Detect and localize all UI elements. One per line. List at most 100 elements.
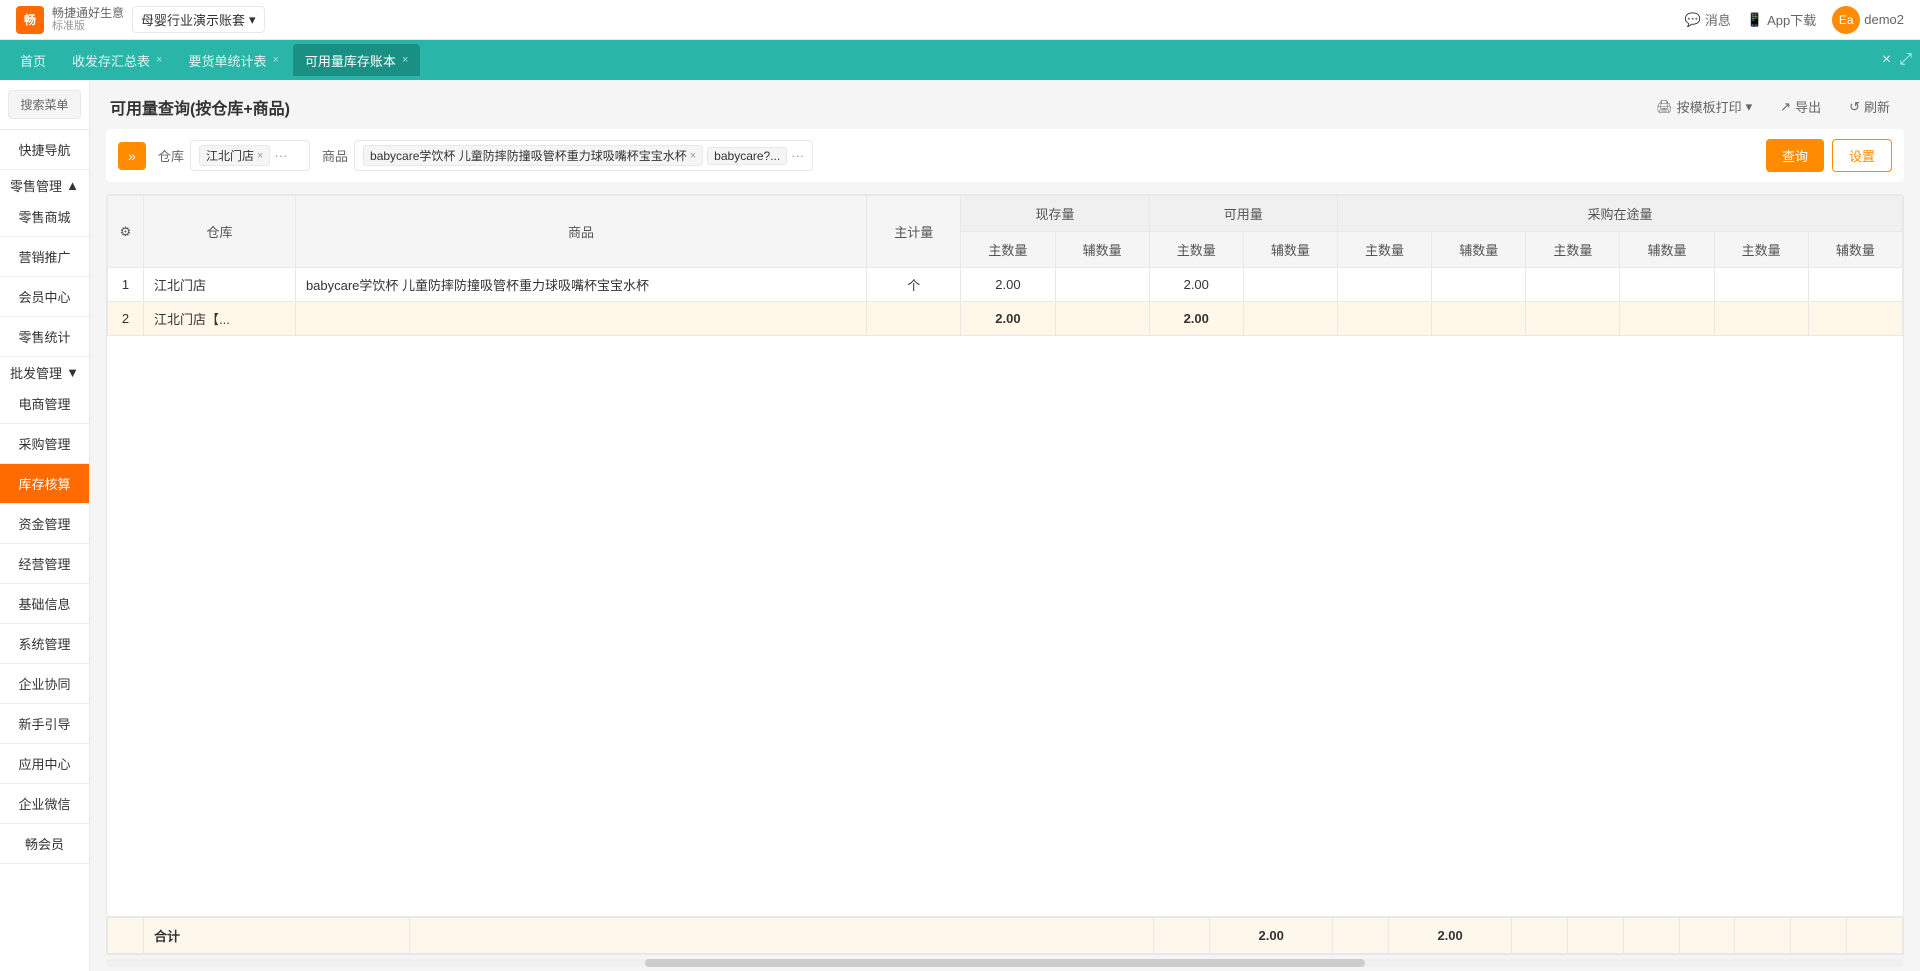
sidebar-item-enterprise-wx[interactable]: 企业微信 [0, 784, 89, 824]
tab-home[interactable]: 首页 [8, 44, 58, 76]
tab-order-stats[interactable]: 要货单统计表 × [176, 44, 290, 76]
account-selector[interactable]: 母婴行业演示账套 ▾ [132, 6, 265, 33]
table-footer: 合计 2.00 2.00 [106, 917, 1904, 955]
sidebar-item-quick-nav[interactable]: 快捷导航 [0, 130, 89, 170]
sidebar-item-basic-info[interactable]: 基础信息 [0, 584, 89, 624]
product-more-btn[interactable]: ··· [791, 148, 804, 163]
sidebar-item-marketing[interactable]: 营销推广 [0, 237, 89, 277]
scroll-thumb[interactable] [645, 959, 1364, 967]
sidebar-item-purchase[interactable]: 采购管理 [0, 424, 89, 464]
tab-close-receive[interactable]: × [156, 54, 162, 66]
footer-label: 合计 [144, 918, 410, 954]
sidebar-item-enterprise-collab[interactable]: 企业协同 [0, 664, 89, 704]
tab-close-order-stats[interactable]: × [272, 54, 278, 66]
app-download-btn[interactable]: 📱 App下载 [1747, 10, 1816, 29]
sidebar-item-member-center[interactable]: 会员中心 [0, 277, 89, 317]
export-btn[interactable]: ↗ 导出 [1770, 92, 1831, 121]
product-tag-1: babycare学饮杯 儿童防摔防撞吸管杯重力球吸嘴杯宝宝水杯 × [363, 145, 703, 166]
footer-in-main [1679, 918, 1735, 954]
warehouse-input[interactable]: 江北门店 × ··· [190, 140, 310, 171]
th-gear[interactable]: ⚙ [108, 196, 144, 268]
sidebar-item-retail-mall[interactable]: 零售商城 [0, 197, 89, 237]
product-input[interactable]: babycare学饮杯 儿童防摔防撞吸管杯重力球吸嘴杯宝宝水杯 × babyca… [354, 140, 813, 171]
sidebar-item-wholesale-mgmt[interactable]: 批发管理 ▼ [0, 357, 89, 384]
sidebar-item-ops[interactable]: 经营管理 [0, 544, 89, 584]
footer-unit-col [1154, 918, 1210, 954]
page-header: 可用量查询(按仓库+商品) 🖨 按模板打印 ▾ ↗ 导出 ↺ 刷新 [90, 80, 1920, 129]
sidebar-item-finance[interactable]: 资金管理 [0, 504, 89, 544]
sidebar-item-retail-mgmt[interactable]: 零售管理 ▲ [0, 170, 89, 197]
product-label: 商品 [322, 146, 348, 165]
tab-close-available[interactable]: × [402, 54, 408, 66]
refresh-btn[interactable]: ↺ 刷新 [1839, 92, 1900, 121]
remove-warehouse-btn[interactable]: × [257, 150, 263, 162]
th-pt-main: 主数量 [1337, 232, 1431, 268]
message-icon: 💬 [1685, 12, 1701, 28]
warehouse-tag: 江北门店 × [199, 145, 270, 166]
sidebar-item-member-vip[interactable]: 畅会员 [0, 824, 89, 864]
user-menu[interactable]: Ea demo2 [1832, 6, 1904, 34]
product-tag-2: babycare?... [707, 147, 787, 165]
window-controls: × ⤢ [1882, 51, 1912, 69]
sidebar-item-new-guide[interactable]: 新手引导 [0, 704, 89, 744]
maximize-btn[interactable]: ⤢ [1899, 51, 1912, 69]
warehouse-more-btn[interactable]: ··· [274, 148, 287, 163]
th-wip-aux: 辅数量 [1808, 232, 1902, 268]
close-window-btn[interactable]: × [1882, 51, 1891, 69]
th-planned-in: 采购在途量 [1337, 196, 1902, 232]
tab-available-stock[interactable]: 可用量库存账本 × [293, 44, 420, 76]
footer-cs-aux [1333, 918, 1389, 954]
brand-text: 畅捷通好生意 标准版 [52, 6, 124, 34]
sidebar-item-ecommerce[interactable]: 电商管理 [0, 384, 89, 424]
refresh-icon: ↺ [1849, 99, 1860, 115]
remove-product-1-btn[interactable]: × [690, 150, 696, 162]
th-wip-main: 主数量 [1714, 232, 1808, 268]
cell-av-aux [1243, 302, 1337, 336]
tab-bar: 首页 收发存汇总表 × 要货单统计表 × 可用量库存账本 × × ⤢ [0, 40, 1920, 80]
print-btn[interactable]: 🖨 按模板打印 ▾ [1646, 92, 1762, 121]
cell-unit [867, 302, 961, 336]
tab-receive-summary[interactable]: 收发存汇总表 × [60, 44, 174, 76]
th-in-aux: 辅数量 [1620, 232, 1714, 268]
sidebar-item-retail-stats[interactable]: 零售统计 [0, 317, 89, 357]
settings-btn[interactable]: 设置 [1832, 139, 1892, 172]
page-actions: 🖨 按模板打印 ▾ ↗ 导出 ↺ 刷新 [1646, 92, 1900, 121]
chevron-down-icon: ▾ [249, 12, 256, 28]
footer-product-col [409, 918, 1153, 954]
th-av-main: 主数量 [1149, 232, 1243, 268]
th-pt-aux: 辅数量 [1432, 232, 1526, 268]
message-btn[interactable]: 💬 消息 [1685, 10, 1731, 29]
sidebar-item-inventory[interactable]: 库存核算 [0, 464, 89, 504]
cell-av-main: 2.00 [1149, 302, 1243, 336]
cell-index: 2 [108, 302, 144, 336]
cell-pt-main [1337, 268, 1431, 302]
sidebar-item-system[interactable]: 系统管理 [0, 624, 89, 664]
cell-wip-aux [1808, 302, 1902, 336]
chevron-down-icon: ▾ [1746, 99, 1753, 115]
th-cs-aux: 辅数量 [1055, 232, 1149, 268]
search-menu-btn[interactable]: 搜索菜单 [8, 90, 81, 119]
query-btn[interactable]: 查询 [1766, 139, 1824, 172]
footer-av-aux [1512, 918, 1568, 954]
footer-pt-aux [1623, 918, 1679, 954]
footer-av-main: 2.00 [1389, 918, 1512, 954]
cell-unit: 个 [867, 268, 961, 302]
data-table: ⚙ 仓库 商品 主计量 现存量 可用量 采购在途量 主数量 辅数量 主数量 辅数… [107, 195, 1903, 336]
th-unit: 主计量 [867, 196, 961, 268]
cell-index: 1 [108, 268, 144, 302]
filter-toggle-btn[interactable]: » [118, 142, 146, 170]
cell-wip-main [1714, 268, 1808, 302]
table-row: 1 江北门店 babycare学饮杯 儿童防摔防撞吸管杯重力球吸嘴杯宝宝水杯 个… [108, 268, 1903, 302]
print-icon: 🖨 [1656, 99, 1673, 115]
th-available: 可用量 [1149, 196, 1337, 232]
main-layout: 搜索菜单 快捷导航 零售管理 ▲ 零售商城 营销推广 会员中心 零售统计 批发管… [0, 80, 1920, 971]
sidebar-item-app-center[interactable]: 应用中心 [0, 744, 89, 784]
cell-cs-main: 2.00 [961, 302, 1055, 336]
filter-bar: » 仓库 江北门店 × ··· 商品 babycare学饮杯 儿童防摔防撞吸管杯… [106, 129, 1904, 182]
avatar: Ea [1832, 6, 1860, 34]
logo-icon: 畅 [16, 6, 44, 34]
top-bar-left: 畅 畅捷通好生意 标准版 母婴行业演示账套 ▾ [16, 6, 265, 34]
th-warehouse: 仓库 [144, 196, 296, 268]
th-cs-main: 主数量 [961, 232, 1055, 268]
horizontal-scrollbar[interactable] [106, 959, 1904, 967]
